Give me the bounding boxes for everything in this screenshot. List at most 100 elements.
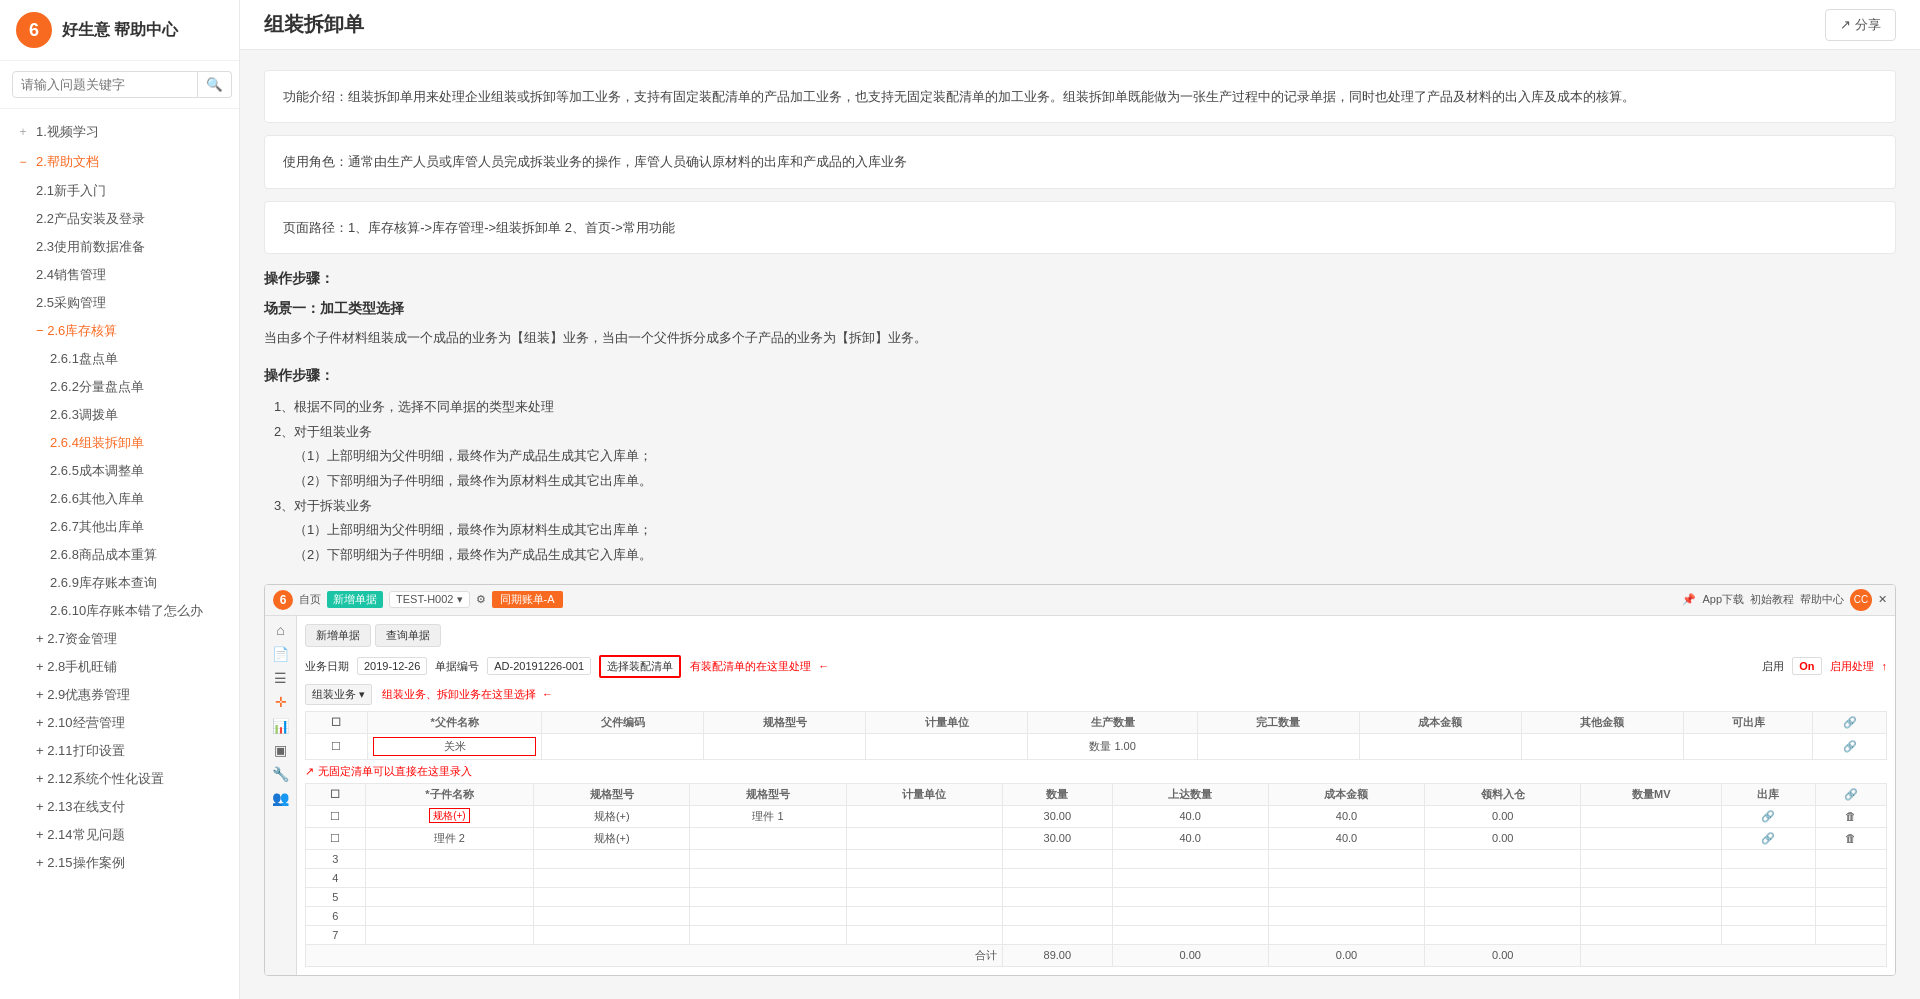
- ss-arrow1: ←: [818, 660, 829, 672]
- ss-help: 帮助中心: [1800, 592, 1844, 607]
- sidebar-item-213[interactable]: + 2.13在线支付: [0, 793, 239, 821]
- sidebar-item-261[interactable]: 2.6.1盘点单: [0, 345, 239, 373]
- ss-parent-table: ☐ *父件名称 父件编码 规格型号 计量单位 生产数量 完工数量 成本金额 其他…: [305, 711, 1887, 760]
- ss-ctd2-mv: [1581, 827, 1722, 849]
- ss-footer-val2: 0.00: [1112, 944, 1268, 966]
- ss-close-icon[interactable]: ✕: [1878, 593, 1887, 606]
- sidebar-item-263[interactable]: 2.6.3调拨单: [0, 401, 239, 429]
- sidebar-item-27[interactable]: + 2.7资金管理: [0, 625, 239, 653]
- table-row: ☐ 关米 数量 1.00 🔗: [306, 733, 1887, 759]
- sidebar-item-266[interactable]: 2.6.6其他入库单: [0, 485, 239, 513]
- ss-tool-icon: 🔧: [272, 766, 289, 782]
- ss-th-prod-qty: 生产数量: [1028, 711, 1197, 733]
- sidebar-item-269[interactable]: 2.6.9库存账本查询: [0, 569, 239, 597]
- ss-left-icons: ⌂ 📄 ☰ ✛ 📊 ▣ 🔧 👥: [265, 616, 297, 975]
- ss-logo: 6: [273, 590, 293, 610]
- ss-arrow4: ↗: [305, 765, 314, 778]
- ss-cth-mv: 数量MV: [1581, 783, 1722, 805]
- search-bar: 🔍: [0, 61, 239, 109]
- ss-tutorial: 初始教程: [1750, 592, 1794, 607]
- main-area: 组装拆卸单 ↗ 分享 功能介绍：组装拆卸单用来处理企业组装或拆卸等加工业务，支持…: [240, 0, 1920, 999]
- sidebar-item-212[interactable]: + 2.12系统个性化设置: [0, 765, 239, 793]
- ss-annotation3: 组装业务、拆卸业务在这里选择: [382, 687, 536, 702]
- intro-path-text: 页面路径：1、库存核算->库存管理->组装拆卸单 2、首页->常用功能: [283, 220, 675, 235]
- table-row: 5: [306, 887, 1887, 906]
- sidebar-item-videos[interactable]: + 1.视频学习: [0, 117, 239, 147]
- content-area: 功能介绍：组装拆卸单用来处理企业组装或拆卸等加工业务，支持有固定装配清单的产品加…: [240, 50, 1920, 999]
- search-button[interactable]: 🔍: [198, 71, 232, 98]
- share-button[interactable]: ↗ 分享: [1825, 9, 1896, 41]
- ss-sync-btn[interactable]: 同期账单-A: [492, 591, 563, 608]
- ss-date-input[interactable]: 2019-12-26: [357, 657, 427, 675]
- sidebar-item-28[interactable]: + 2.8手机旺铺: [0, 653, 239, 681]
- sidebar-item-265[interactable]: 2.6.5成本调整单: [0, 457, 239, 485]
- sidebar-item-214[interactable]: + 2.14常见问题: [0, 821, 239, 849]
- ss-footer-empty: [1581, 944, 1887, 966]
- ss-list-icon: ☰: [274, 670, 287, 686]
- sidebar-item-docs[interactable]: − 2.帮助文档: [0, 147, 239, 177]
- ss-assembly-btn[interactable]: 选择装配清单: [599, 655, 681, 678]
- ss-td-unit: [866, 733, 1028, 759]
- ss-home-icon: ⌂: [276, 622, 284, 638]
- ss-company-dropdown[interactable]: TEST-H002 ▾: [389, 591, 470, 608]
- ss-th-comp-qty: 完工数量: [1197, 711, 1359, 733]
- ss-td-check: ☐: [306, 733, 368, 759]
- steps-title: 操作步骤：: [264, 367, 1896, 385]
- ss-annotation4-row: ↗ 无固定清单可以直接在这里录入: [305, 764, 1887, 779]
- ss-ctd-spec: 规格(+): [534, 805, 690, 827]
- ss-pin-icon: 📌: [1682, 593, 1696, 606]
- ss-cth-spec: 规格型号: [690, 783, 846, 805]
- ss-parent-table-header: ☐ *父件名称 父件编码 规格型号 计量单位 生产数量 完工数量 成本金额 其他…: [306, 711, 1887, 733]
- ss-annotation1-text: 有装配清单的在这里处理: [690, 660, 811, 672]
- ss-cth-out: 出库: [1722, 783, 1816, 805]
- scene1-title: 场景一：加工类型选择: [264, 300, 1896, 318]
- sidebar-item-install[interactable]: 2.2产品安装及登录: [0, 205, 239, 233]
- ss-status-input[interactable]: On: [1792, 657, 1821, 675]
- sidebar-item-264[interactable]: 2.6.4组装拆卸单: [0, 429, 239, 457]
- ss-cth-action: 🔗: [1815, 783, 1886, 805]
- sidebar-item-sales[interactable]: 2.4销售管理: [0, 261, 239, 289]
- minus-icon: −: [16, 155, 30, 169]
- sidebar-item-29[interactable]: + 2.9优惠券管理: [0, 681, 239, 709]
- sidebar-item-215[interactable]: + 2.15操作案例: [0, 849, 239, 877]
- ss-user-avatar: CC: [1850, 589, 1872, 611]
- sidebar-item-268[interactable]: 2.6.8商品成本重算: [0, 541, 239, 569]
- sidebar: 6 好生意 帮助中心 🔍 + 1.视频学习 − 2.帮助文档 2.1新手入门 2…: [0, 0, 240, 999]
- ss-cth-code: 规格型号: [534, 783, 690, 805]
- sidebar-item-newuser[interactable]: 2.1新手入门: [0, 177, 239, 205]
- ss-ctd-name: 规格(+): [365, 805, 533, 827]
- sidebar-header: 6 好生意 帮助中心: [0, 0, 239, 61]
- app-logo: 6: [16, 12, 52, 48]
- ss-child-table: ☐ *子件名称 规格型号 规格型号 计量单位 数量 上达数量 成本金额 领料入仓…: [305, 783, 1887, 967]
- sidebar-item-2610[interactable]: 2.6.10库存账本错了怎么办: [0, 597, 239, 625]
- sidebar-item-data[interactable]: 2.3使用前数据准备: [0, 233, 239, 261]
- ss-ctd2-pick: 0.00: [1425, 827, 1581, 849]
- ss-ctd-check: ☐: [306, 805, 366, 827]
- ss-tab-query[interactable]: 查询单据: [375, 624, 441, 647]
- page-title: 组装拆卸单: [264, 11, 364, 38]
- table-row: 7: [306, 925, 1887, 944]
- ss-cth-qty: 数量: [1003, 783, 1113, 805]
- ss-arrow3: ←: [542, 688, 553, 700]
- table-row: 4: [306, 868, 1887, 887]
- ss-th-other: 其他金额: [1521, 711, 1683, 733]
- ss-tab-add[interactable]: 新增单据: [305, 624, 371, 647]
- sidebar-item-267[interactable]: 2.6.7其他出库单: [0, 513, 239, 541]
- sidebar-item-262[interactable]: 2.6.2分量盘点单: [0, 373, 239, 401]
- step2: 2、对于组装业务: [274, 420, 1896, 445]
- ss-doc-input[interactable]: AD-20191226-001: [487, 657, 591, 675]
- ss-box-icon: ▣: [274, 742, 287, 758]
- sidebar-item-purchase[interactable]: 2.5采购管理: [0, 289, 239, 317]
- sidebar-item-inventory[interactable]: − 2.6库存核算: [0, 317, 239, 345]
- ss-td-spec: [704, 733, 866, 759]
- search-input[interactable]: [12, 71, 198, 98]
- ss-type-dropdown[interactable]: 组装业务 ▾: [305, 684, 372, 705]
- sidebar-item-211[interactable]: + 2.11打印设置: [0, 737, 239, 765]
- step3: 3、对于拆装业务: [274, 494, 1896, 519]
- sidebar-label: 2.帮助文档: [36, 153, 99, 171]
- ss-th-unit: 计量单位: [866, 711, 1028, 733]
- ss-company-name: TEST-H002: [396, 593, 453, 605]
- ss-ctd2-qty: 30.00: [1003, 827, 1113, 849]
- sidebar-item-210[interactable]: + 2.10经营管理: [0, 709, 239, 737]
- ss-th-parent-code: 父件编码: [542, 711, 704, 733]
